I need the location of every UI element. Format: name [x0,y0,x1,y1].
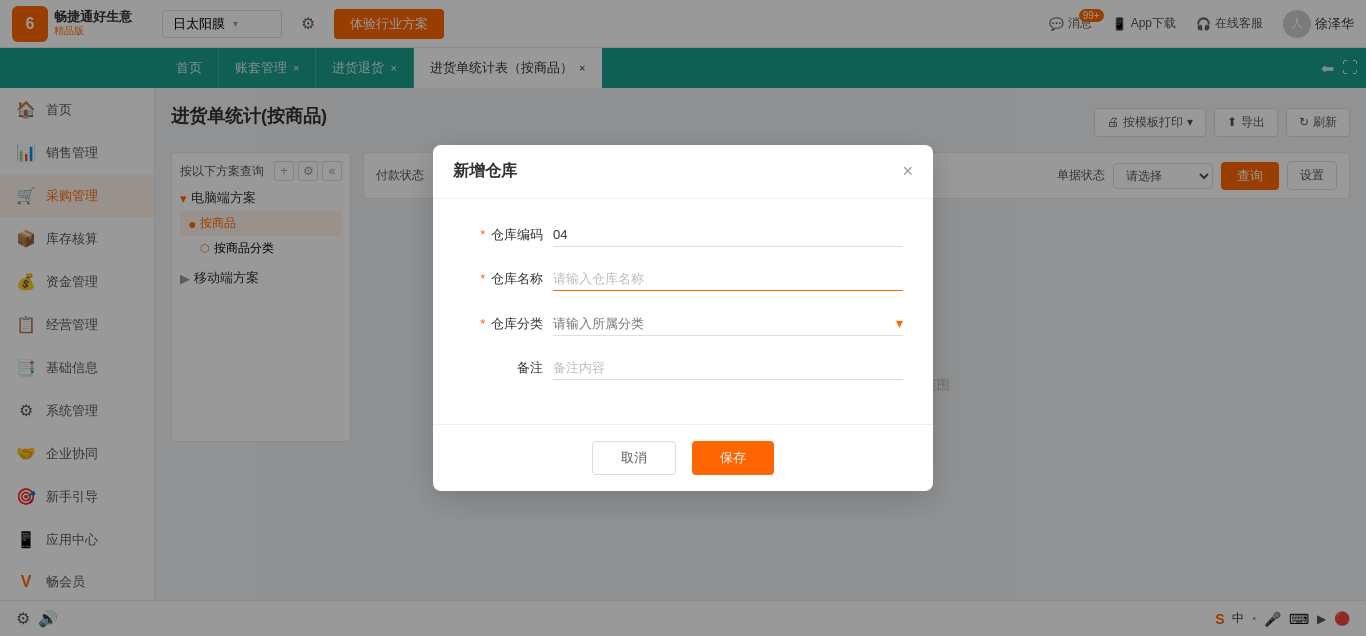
required-mark-3: * [480,316,485,331]
warehouse-code-input[interactable] [553,223,903,247]
add-warehouse-modal: 新增仓库 × * 仓库编码 * 仓库名称 [433,145,933,491]
modal-body: * 仓库编码 * 仓库名称 * 仓库分类 [433,199,933,424]
remark-label: 备注 [463,359,543,377]
save-button[interactable]: 保存 [692,441,774,475]
warehouse-category-row: * 仓库分类 ▾ [463,311,903,336]
warehouse-category-select-row: ▾ [553,311,903,336]
warehouse-name-row: * 仓库名称 [463,267,903,291]
warehouse-code-label: * 仓库编码 [463,226,543,244]
required-mark-2: * [480,271,485,286]
warehouse-name-label: * 仓库名称 [463,270,543,288]
warehouse-category-label: * 仓库分类 [463,315,543,333]
warehouse-category-input[interactable] [553,316,896,331]
modal-close-icon[interactable]: × [902,161,913,182]
remark-row: 备注 [463,356,903,380]
modal-title: 新增仓库 [453,161,517,182]
remark-input[interactable] [553,356,903,380]
warehouse-name-input[interactable] [553,267,903,291]
modal-backdrop: 新增仓库 × * 仓库编码 * 仓库名称 [0,0,1366,636]
chevron-down-category-icon: ▾ [896,315,903,331]
required-mark: * [480,227,485,242]
modal-header: 新增仓库 × [433,145,933,199]
modal-footer: 取消 保存 [433,424,933,491]
warehouse-code-row: * 仓库编码 [463,223,903,247]
cancel-button[interactable]: 取消 [592,441,676,475]
